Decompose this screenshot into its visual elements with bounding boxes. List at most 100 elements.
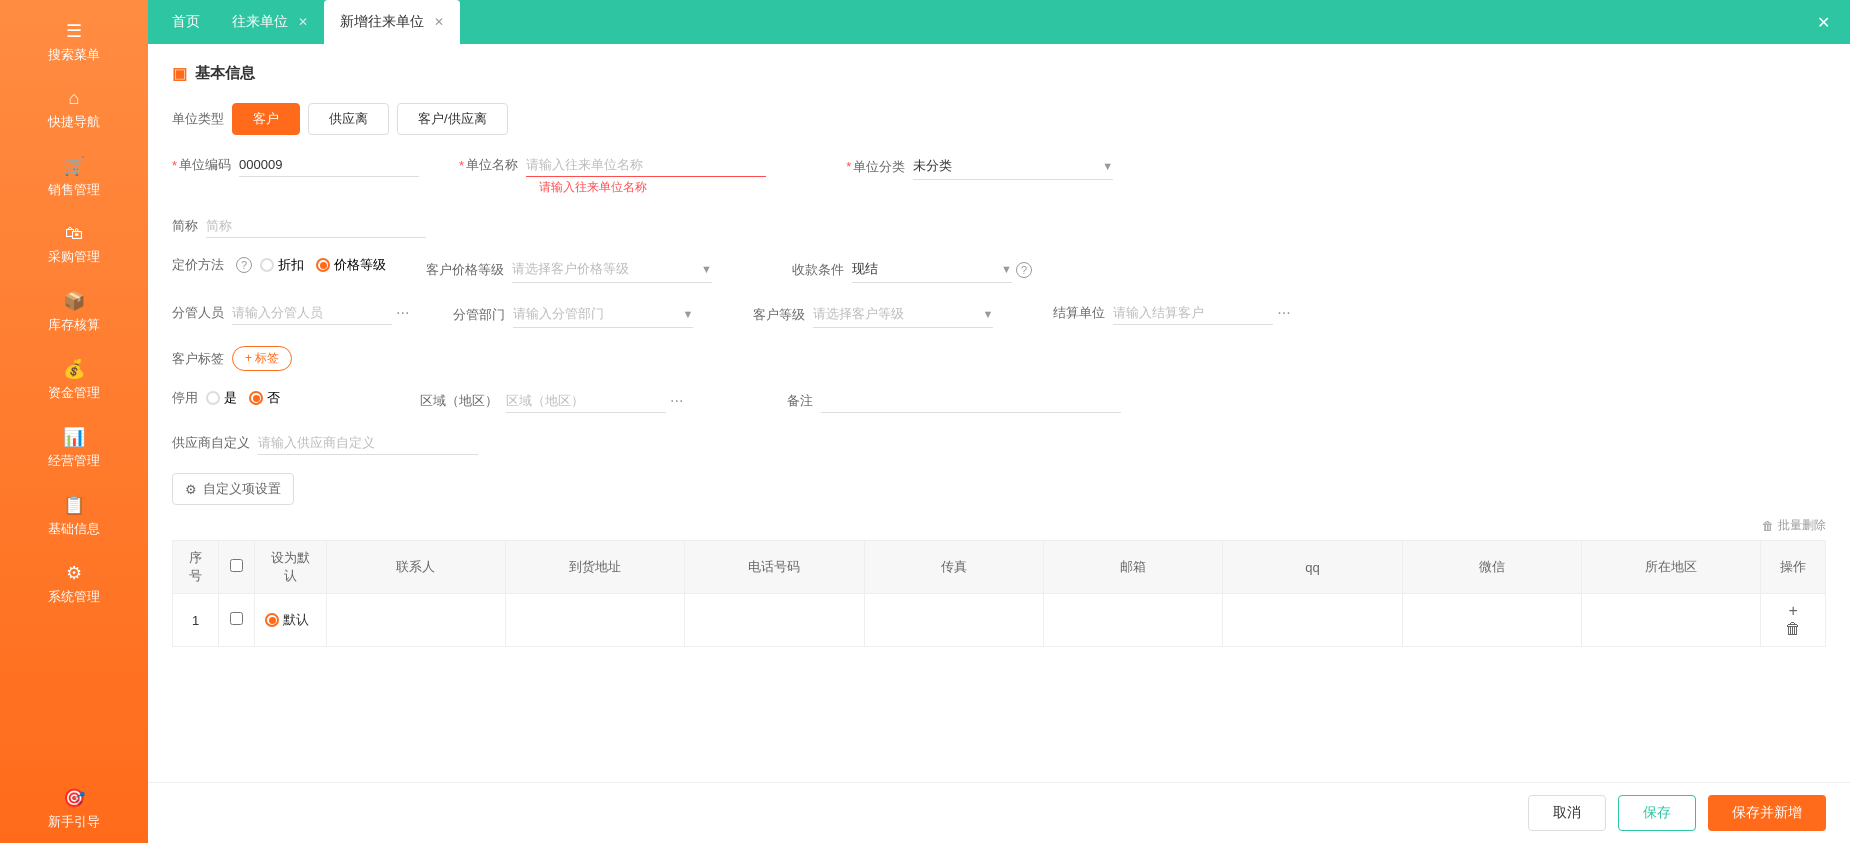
payment-terms-help-icon[interactable]: ? [1016, 262, 1032, 278]
row-email[interactable] [1043, 594, 1222, 647]
row-wechat-input[interactable] [1413, 613, 1571, 628]
manager-input[interactable] [232, 301, 392, 325]
sidebar-bottom: 🎯 新手引导 [0, 775, 148, 843]
manager-label: 分管人员 [172, 304, 224, 322]
sidebar-label-system: 系统管理 [48, 588, 100, 606]
tab-new-partner-close[interactable]: ✕ [434, 15, 444, 29]
save-button[interactable]: 保存 [1618, 795, 1696, 831]
pricing-level-option[interactable]: 价格等级 [316, 256, 386, 274]
sidebar-label-search: 搜索菜单 [48, 46, 100, 64]
customer-level-select[interactable]: 请选择客户等级 ▼ [813, 301, 993, 328]
row-default-label: 默认 [283, 611, 309, 629]
sidebar-item-search[interactable]: ☰ 搜索菜单 [0, 8, 148, 76]
sidebar-label-operations: 经营管理 [48, 452, 100, 470]
customer-tag-row: 客户标签 + 标签 [172, 346, 1826, 371]
settlement-unit-field: 结算单位 ··· [1053, 301, 1294, 325]
batch-delete-button[interactable]: 🗑 批量删除 [1762, 517, 1826, 534]
sidebar-label-basic: 基础信息 [48, 520, 100, 538]
region-more-btn[interactable]: ··· [666, 392, 687, 410]
col-checkbox [219, 541, 255, 594]
sidebar-item-quick-nav[interactable]: ⌂ 快捷导航 [0, 76, 148, 143]
row-delivery-input[interactable] [516, 613, 674, 628]
row-seq: 1 [173, 594, 219, 647]
row-default-radio[interactable]: 默认 [265, 611, 316, 629]
disabled-no-radio [249, 391, 263, 405]
supplier-custom-input[interactable] [258, 431, 478, 455]
sidebar-item-inventory[interactable]: 📦 库存核算 [0, 278, 148, 346]
row-qq-input[interactable] [1233, 613, 1391, 628]
type-btn-both[interactable]: 客户/供应离 [397, 103, 508, 135]
row-fax[interactable] [864, 594, 1043, 647]
cancel-button[interactable]: 取消 [1528, 795, 1606, 831]
unit-code-name-row: * 单位编码 * 单位名称 请输入往来单位名称 * 单位分类 未分类 ▼ [172, 153, 1826, 196]
batch-delete-label: 批量删除 [1778, 517, 1826, 534]
add-tag-button[interactable]: + 标签 [232, 346, 292, 371]
unit-name-input[interactable] [526, 153, 766, 177]
sidebar-item-operations[interactable]: 📊 经营管理 [0, 414, 148, 482]
unit-category-field: * 单位分类 未分类 ▼ [846, 153, 1113, 180]
sidebar-item-guide[interactable]: 🎯 新手引导 [0, 775, 148, 843]
pricing-discount-option[interactable]: 折扣 [260, 256, 304, 274]
section-title: 基本信息 [195, 64, 255, 83]
manager-more-btn[interactable]: ··· [392, 304, 413, 322]
row-phone-input[interactable] [695, 613, 853, 628]
row-region[interactable] [1582, 594, 1761, 647]
settlement-unit-input[interactable] [1113, 301, 1273, 325]
customer-price-level-label: 客户价格等级 [426, 261, 504, 279]
customer-price-level-select[interactable]: 请选择客户价格等级 ▼ [512, 256, 712, 283]
row-wechat[interactable] [1402, 594, 1581, 647]
disabled-no-option[interactable]: 否 [249, 389, 280, 407]
sidebar-item-finance[interactable]: 💰 资金管理 [0, 346, 148, 414]
row-email-input[interactable] [1054, 613, 1212, 628]
batch-delete-area: 🗑 批量删除 [172, 517, 1826, 534]
pricing-help-icon[interactable]: ? [236, 257, 252, 273]
row-contact-input[interactable] [337, 613, 495, 628]
save-and-new-button[interactable]: 保存并新增 [1708, 795, 1826, 831]
add-row-button[interactable]: + [1785, 602, 1802, 620]
window-close-button[interactable]: ✕ [1805, 13, 1842, 32]
customer-level-placeholder: 请选择客户等级 [813, 305, 978, 323]
sidebar-item-purchase[interactable]: 🛍 采购管理 [0, 211, 148, 278]
customer-price-level-field: 客户价格等级 请选择客户价格等级 ▼ [426, 256, 712, 283]
custom-settings-button[interactable]: ⚙ 自定义项设置 [172, 473, 294, 505]
sidebar-item-basic[interactable]: 📋 基础信息 [0, 482, 148, 550]
row-fax-input[interactable] [875, 613, 1033, 628]
tab-partner-close[interactable]: ✕ [298, 15, 308, 29]
payment-terms-select[interactable]: 现结 ▼ [852, 256, 1012, 283]
row-qq[interactable] [1223, 594, 1402, 647]
settlement-unit-more-btn[interactable]: ··· [1273, 304, 1294, 322]
row-region-input[interactable] [1592, 613, 1750, 628]
batch-delete-icon: 🗑 [1762, 519, 1774, 533]
del-row-button[interactable]: 🗑 [1781, 620, 1805, 638]
region-input[interactable] [506, 389, 666, 413]
main-area: 首页 往来单位 ✕ 新增往来单位 ✕ ✕ ▣ 基本信息 单位类型 客户 供应离 … [148, 0, 1850, 843]
row-checkbox[interactable] [230, 612, 243, 625]
short-name-input[interactable] [206, 214, 426, 238]
search-icon: ☰ [66, 20, 82, 42]
row-delivery[interactable] [506, 594, 685, 647]
row-contact[interactable] [326, 594, 505, 647]
sidebar-item-sales[interactable]: 🛒 销售管理 [0, 143, 148, 211]
row-phone[interactable] [685, 594, 864, 647]
sidebar-label-sales: 销售管理 [48, 181, 100, 199]
unit-category-label: 单位分类 [853, 158, 905, 176]
customer-level-label: 客户等级 [753, 306, 805, 324]
tab-home[interactable]: 首页 [156, 0, 216, 44]
department-select[interactable]: 请输入分管部门 ▼ [513, 301, 693, 328]
disabled-label: 停用 [172, 389, 198, 407]
select-all-checkbox[interactable] [230, 559, 243, 572]
remark-input[interactable] [821, 389, 1121, 413]
tab-partner[interactable]: 往来单位 ✕ [216, 0, 324, 44]
unit-name-required: * [459, 158, 464, 173]
disabled-yes-option[interactable]: 是 [206, 389, 237, 407]
type-btn-supplier[interactable]: 供应离 [308, 103, 389, 135]
tab-new-partner[interactable]: 新增往来单位 ✕ [324, 0, 460, 44]
row-default-cell: 默认 [255, 594, 327, 647]
contacts-table-header-row: 序号 设为默认 联系人 到货地址 电话号码 传真 邮箱 qq 微信 所在地区 操… [173, 541, 1826, 594]
unit-code-input[interactable] [239, 153, 419, 177]
col-wechat: 微信 [1402, 541, 1581, 594]
unit-category-select[interactable]: 未分类 ▼ [913, 153, 1113, 180]
custom-settings-gear-icon: ⚙ [185, 482, 197, 497]
sidebar-item-system[interactable]: ⚙ 系统管理 [0, 550, 148, 618]
type-btn-customer[interactable]: 客户 [232, 103, 300, 135]
